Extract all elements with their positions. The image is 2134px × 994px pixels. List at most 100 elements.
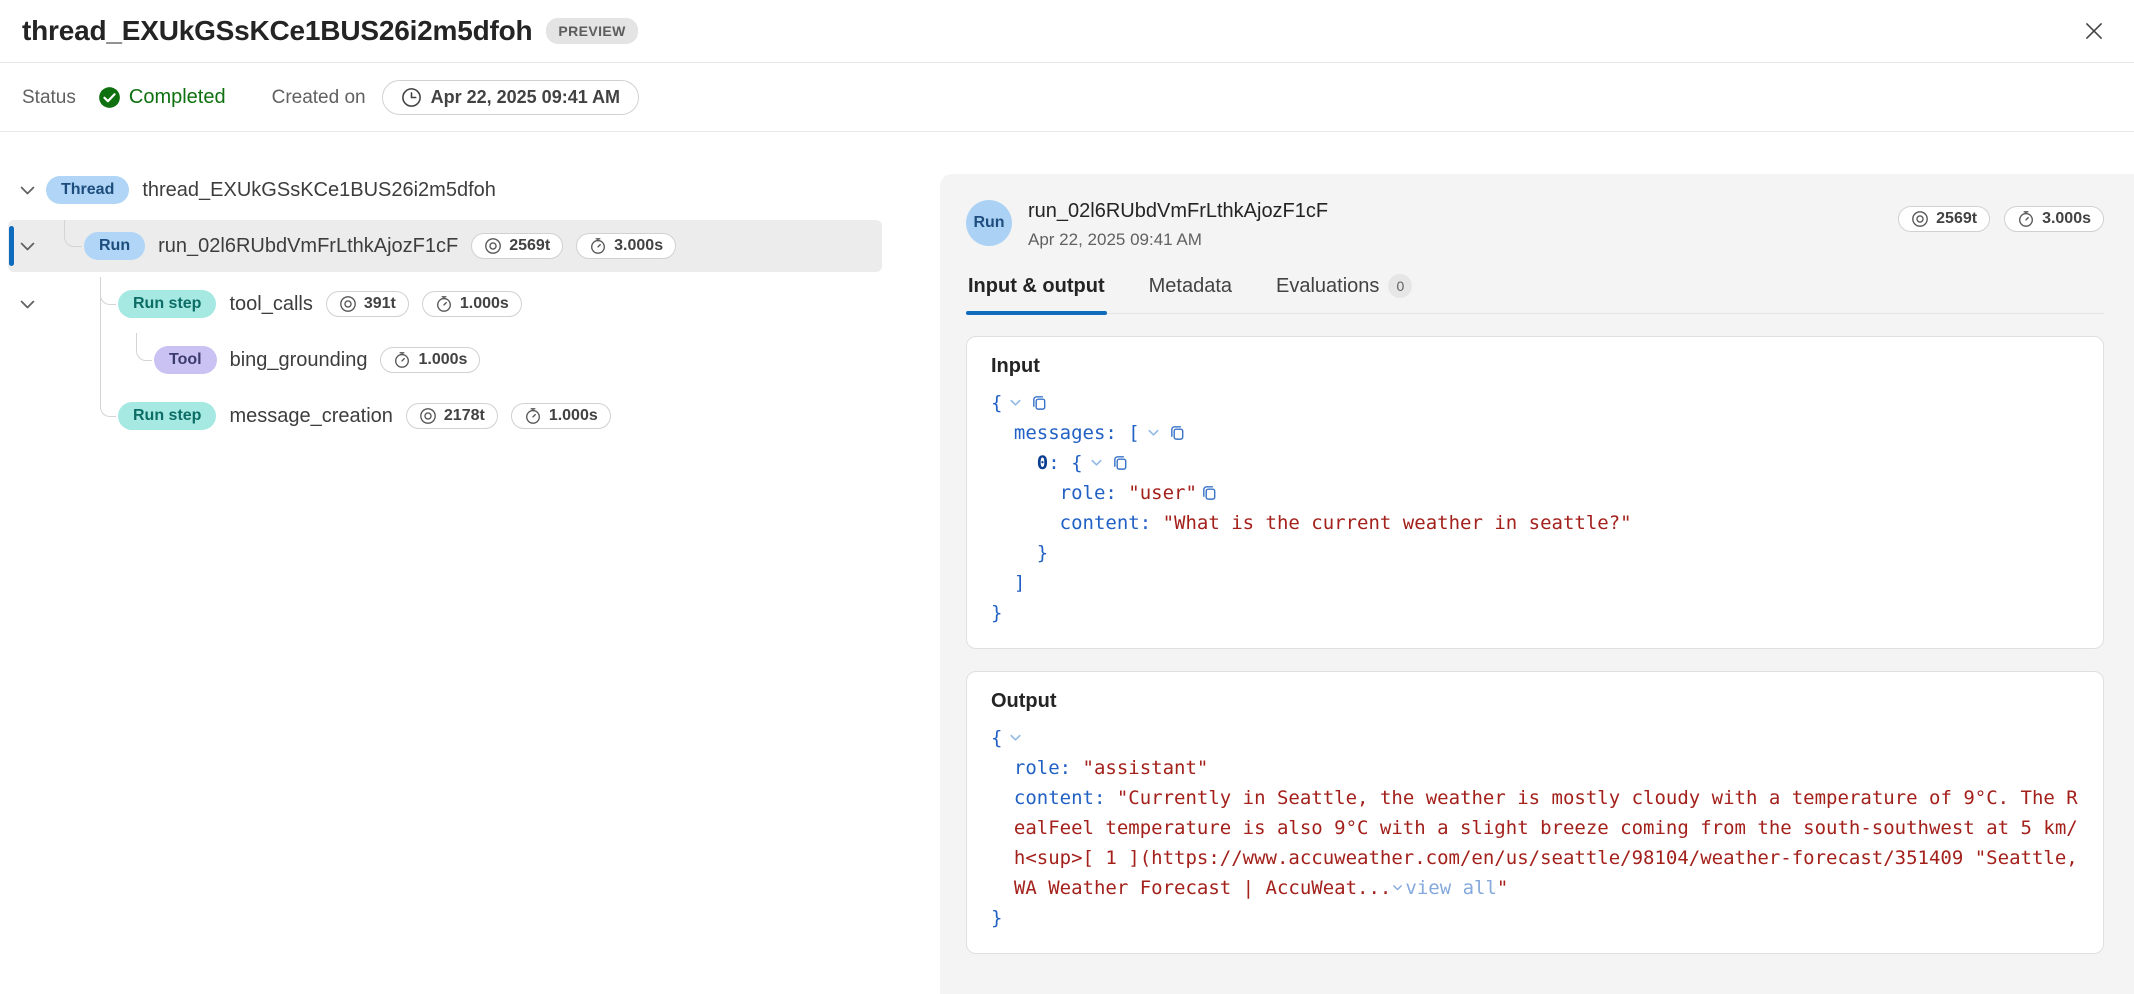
json-collapse-icon[interactable] (1008, 395, 1023, 410)
duration-badge: 1.000s (421, 291, 522, 317)
tree-row-run[interactable]: Run run_02l6RUbdVmFrLthkAjozF1cF 2569t 3… (0, 218, 940, 274)
json-colon: : (1105, 482, 1129, 504)
duration-value: 1.000s (418, 351, 468, 368)
json-string-value: " (1496, 877, 1509, 899)
view-all-label: view all (1405, 877, 1497, 899)
json-brace: } (991, 602, 1003, 624)
output-card: Output { role: "assistant" content: "Cur… (966, 671, 2104, 954)
copy-icon[interactable] (1031, 394, 1048, 411)
copy-icon[interactable] (1169, 424, 1186, 441)
json-string-value: "assistant" (1082, 757, 1209, 779)
status-value: Completed (128, 86, 226, 108)
output-heading: Output (991, 690, 1057, 712)
copy-icon[interactable] (1112, 454, 1129, 471)
json-brace: } (1036, 542, 1049, 564)
tree-connector (136, 333, 152, 361)
json-colon: : (1059, 757, 1083, 779)
output-json-viewer: { role: "assistant" content: "Currently … (991, 723, 2079, 933)
check-circle-icon (98, 86, 121, 109)
created-on-label: Created on (271, 86, 366, 108)
json-key: role (1059, 482, 1106, 504)
run-id-label: run_02l6RUbdVmFrLthkAjozF1cF (158, 234, 459, 257)
duration-value: 3.000s (2042, 210, 2091, 227)
run-step-label: message_creation (229, 404, 393, 427)
json-bracket: ] (1013, 572, 1026, 594)
run-detail-panel: Run run_02l6RUbdVmFrLthkAjozF1cF Apr 22,… (940, 174, 2134, 994)
trace-tree: Thread thread_EXUkGSsKCe1BUS26i2m5dfoh R… (0, 162, 940, 482)
stopwatch-icon (525, 408, 540, 424)
json-brace: { (1071, 452, 1083, 474)
token-count-badge: 391t (325, 291, 409, 317)
token-count-badge: 2569t (1898, 206, 1991, 232)
tab-evaluations[interactable]: Evaluations 0 (1274, 274, 1414, 313)
detail-tabs: Input & output Metadata Evaluations 0 (966, 274, 2104, 315)
duration-badge: 1.000s (380, 347, 481, 373)
json-key: content (1059, 512, 1140, 534)
json-string-value: "Currently in Seattle, the weather is mo… (1013, 787, 2090, 899)
thread-id-label: thread_EXUkGSsKCe1BUS26i2m5dfoh (142, 178, 496, 201)
duration-badge: 1.000s (510, 403, 611, 429)
json-collapse-icon[interactable] (1146, 425, 1161, 440)
page-header: thread_EXUkGSsKCe1BUS26i2m5dfoh PREVIEW (0, 0, 2134, 63)
json-string-value: "What is the current weather in seattle?… (1162, 512, 1632, 534)
selected-row-accent-bar (9, 226, 14, 266)
chevron-down-icon[interactable] (16, 235, 38, 257)
chevron-down-icon[interactable] (16, 293, 38, 315)
tree-connector (100, 277, 116, 417)
close-icon (2085, 22, 2103, 40)
run-title: run_02l6RUbdVmFrLthkAjozF1cF (1028, 200, 1329, 222)
token-count-badge: 2569t (471, 233, 564, 259)
tool-badge: Tool (154, 346, 217, 374)
close-button[interactable] (2076, 13, 2112, 49)
thread-badge: Thread (46, 176, 130, 204)
json-colon: : (1105, 422, 1129, 444)
run-step-badge: Run step (118, 290, 217, 318)
json-key: role (1013, 757, 1060, 779)
duration-value: 1.000s (548, 407, 598, 424)
evaluations-count-badge: 0 (1388, 274, 1413, 298)
input-json-viewer: { messages: [ 0: { role: "user" content:… (991, 388, 2079, 628)
preview-badge: PREVIEW (546, 18, 638, 44)
json-collapse-icon[interactable] (1089, 455, 1104, 470)
view-all-link[interactable]: view all (1391, 877, 1497, 899)
json-colon: : (1139, 512, 1163, 534)
token-count-value: 2178t (443, 407, 485, 424)
thread-detail-page: thread_EXUkGSsKCe1BUS26i2m5dfoh PREVIEW … (0, 0, 2134, 994)
json-collapse-icon[interactable] (1008, 730, 1023, 745)
token-count-value: 2569t (1936, 210, 1978, 227)
tab-metadata[interactable]: Metadata (1147, 274, 1234, 313)
run-avatar-badge: Run (966, 200, 1012, 246)
tree-row-thread[interactable]: Thread thread_EXUkGSsKCe1BUS26i2m5dfoh (0, 162, 940, 218)
clock-icon (401, 88, 421, 107)
json-brace: } (991, 907, 1003, 929)
json-key: messages (1013, 422, 1106, 444)
json-brace: { (991, 727, 1003, 749)
created-date-pill: Apr 22, 2025 09:41 AM (381, 80, 640, 115)
duration-value: 1.000s (459, 295, 509, 312)
status-label: Status (22, 86, 76, 108)
json-index: 0 (1036, 452, 1049, 474)
stopwatch-icon (2019, 211, 2034, 227)
tree-row-message-creation[interactable]: Run step message_creation 2178t 1.000s (0, 388, 940, 444)
chevron-down-icon (1391, 881, 1404, 894)
token-icon (339, 296, 356, 312)
run-step-badge: Run step (118, 402, 217, 430)
run-step-label: tool_calls (229, 292, 313, 315)
duration-badge: 3.000s (576, 233, 677, 259)
json-brace: { (991, 392, 1003, 414)
token-count-value: 2569t (509, 237, 551, 254)
stopwatch-icon (395, 352, 410, 368)
token-icon (485, 238, 502, 254)
tree-connector (64, 220, 82, 247)
token-count-value: 391t (363, 295, 396, 312)
token-icon (1912, 211, 1929, 227)
copy-icon[interactable] (1201, 484, 1218, 501)
input-heading: Input (991, 355, 1040, 377)
json-key: content (1013, 787, 1094, 809)
run-detail-header: Run run_02l6RUbdVmFrLthkAjozF1cF Apr 22,… (966, 200, 2104, 250)
tree-row-tool-calls[interactable]: Run step tool_calls 391t 1.000s (0, 276, 940, 332)
chevron-down-icon[interactable] (16, 179, 38, 201)
tab-input-output[interactable]: Input & output (966, 274, 1107, 315)
page-title: thread_EXUkGSsKCe1BUS26i2m5dfoh (22, 15, 533, 46)
stopwatch-icon (436, 296, 451, 312)
